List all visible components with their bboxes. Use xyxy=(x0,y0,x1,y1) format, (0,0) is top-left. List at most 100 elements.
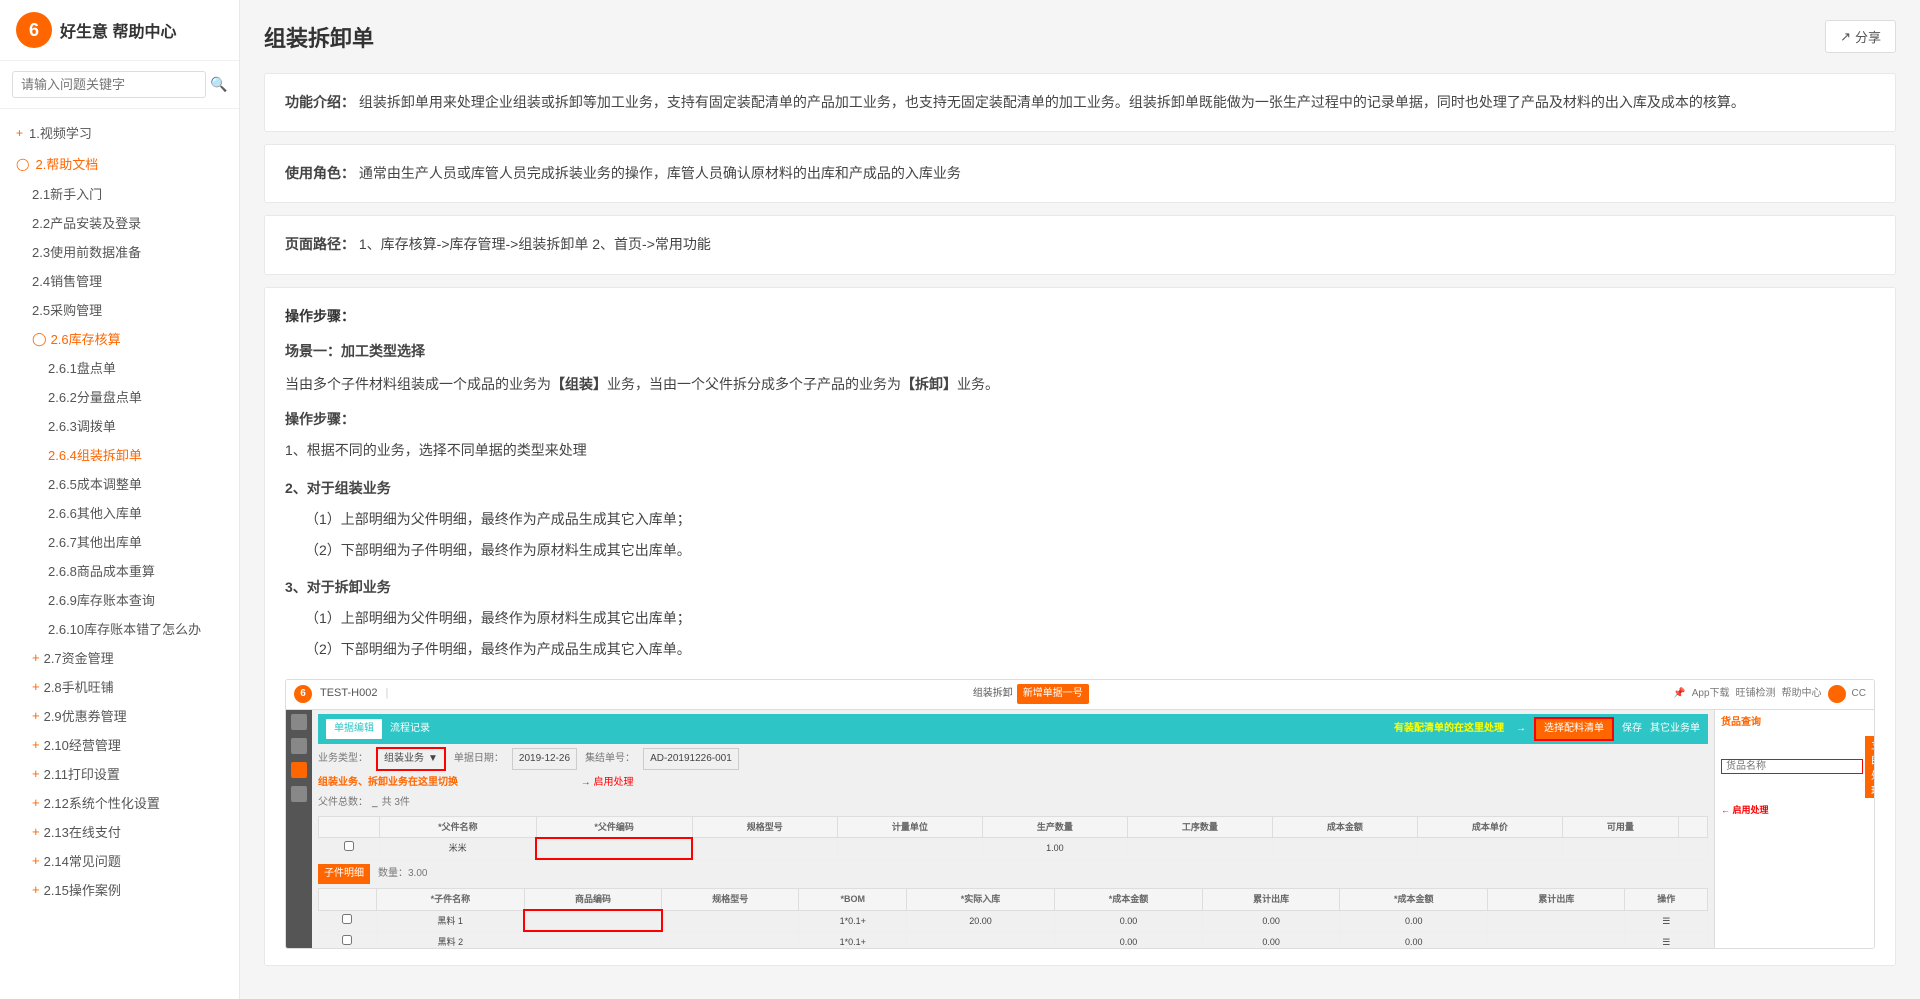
app-avatar xyxy=(1828,685,1846,703)
sidebar-item-sub264[interactable]: 2.6.4组装拆卸单 xyxy=(0,440,239,469)
app-form-row: 业务类型： 组装业务 ▼ 单据日期： 2019-12-26 集结单号： AD-2… xyxy=(318,747,1708,771)
step3-text: 3、对于拆卸业务 xyxy=(285,575,1875,600)
type-dropdown-icon: ▼ xyxy=(428,750,438,768)
app-new-btn[interactable]: 新增单据一号 xyxy=(1017,684,1089,704)
app-username: CC xyxy=(1852,685,1866,703)
form-no-input[interactable]: AD-20191226-001 xyxy=(643,748,739,770)
sidebar-item-cat214[interactable]: + 2.14常见问题 xyxy=(0,846,239,875)
btd-name2: 黑料 2 xyxy=(376,931,524,947)
app-icon4: 帮助中心 xyxy=(1782,685,1822,703)
plus-icon: + xyxy=(32,679,40,694)
sidebar-item-sub26[interactable]: ◯ 2.6库存核算 xyxy=(0,324,239,353)
sidebar-item-sub23[interactable]: 2.3使用前数据准备 xyxy=(0,237,239,266)
bth-actual: *实际入库 xyxy=(907,889,1055,911)
app-bar-sep: | xyxy=(385,684,388,704)
feature-intro-card: 功能介绍： 组装拆卸单用来处理企业组装或拆卸等加工业务，支持有固定装配清单的产品… xyxy=(264,73,1896,132)
app-logo: 6 xyxy=(16,12,52,48)
btd-bom2: 1*0.1+ xyxy=(799,931,907,947)
sidebar-item-cat29[interactable]: + 2.9优惠券管理 xyxy=(0,701,239,730)
app-teal-header: 单据编辑 流程记录 有装配清单的在这里处理 → 选择配料清单 保存 其它业务单 xyxy=(318,714,1708,744)
sidebar-item-sub262[interactable]: 2.6.2分量盘点单 xyxy=(0,382,239,411)
form-date-input[interactable]: 2019-12-26 xyxy=(512,748,577,770)
sidebar-item-cat28[interactable]: + 2.8手机旺铺 xyxy=(0,672,239,701)
plus-icon: + xyxy=(32,824,40,839)
btd-cost22: 0.00 xyxy=(1340,931,1488,947)
sidebar-item-cat213[interactable]: + 2.13在线支付 xyxy=(0,817,239,846)
bth-cum2: 累计出库 xyxy=(1488,889,1625,911)
teal-btn[interactable]: 选择配料清单 xyxy=(1534,717,1614,741)
count-unit: 共 3件 xyxy=(382,794,410,812)
share-button[interactable]: ↗ 分享 xyxy=(1825,20,1896,53)
sidebar-item-label: 2.帮助文档 xyxy=(35,154,98,173)
sidebar-item-sub267[interactable]: 2.6.7其他出库单 xyxy=(0,527,239,556)
sidebar-item-sub269[interactable]: 2.6.9库存账本查询 xyxy=(0,585,239,614)
teal-arrow: → xyxy=(1516,720,1526,738)
sidebar-header: 6 好生意 帮助中心 xyxy=(0,0,239,61)
path-card: 页面路径： 1、库存核算->库存管理->组装拆卸单 2、首页->常用功能 xyxy=(264,215,1896,274)
btd-cost2: 0.00 xyxy=(1340,910,1488,931)
sidebar-item-sub268[interactable]: 2.6.8商品成本重算 xyxy=(0,556,239,585)
right-annotation: ← 启用处理 xyxy=(1721,802,1868,818)
app-left-bar xyxy=(286,710,312,948)
share-label: 分享 xyxy=(1855,27,1881,46)
sidebar-item-cat1[interactable]: + 1.视频学习 xyxy=(0,117,239,148)
sidebar-item-sub24[interactable]: 2.4销售管理 xyxy=(0,266,239,295)
form-label-date: 单据日期： xyxy=(454,750,504,768)
th-process: 工序数量 xyxy=(1127,816,1272,838)
right-confirm-btn[interactable]: 立即处理 xyxy=(1865,736,1875,798)
sidebar-item-cat215[interactable]: + 2.15操作案例 xyxy=(0,875,239,904)
app-icon1: 📌 xyxy=(1673,685,1685,703)
app-table-top: *父件名称 *父件编码 规格型号 计量单位 生产数量 工序数量 成本金额 成本单… xyxy=(318,816,1708,860)
right-panel-title: 货品查询 xyxy=(1721,714,1868,732)
share-icon: ↗ xyxy=(1840,29,1851,45)
sidebar-item-sub263[interactable]: 2.6.3调拨单 xyxy=(0,411,239,440)
th-cost-amt: 成本金额 xyxy=(1272,816,1417,838)
td-unit xyxy=(837,838,982,859)
app-annotation-right: → 启用处理 xyxy=(581,777,634,788)
btd-cum22 xyxy=(1488,931,1625,947)
sidebar-item-cat210[interactable]: + 2.10经营管理 xyxy=(0,730,239,759)
app-logo-mini: 6 xyxy=(294,685,312,703)
sidebar-item-sub22[interactable]: 2.2产品安装及登录 xyxy=(0,208,239,237)
td-cost-unit xyxy=(1417,838,1562,859)
teal-save: 保存 xyxy=(1622,720,1642,738)
count-value: _ xyxy=(372,794,378,812)
btd-code2 xyxy=(524,931,661,947)
sidebar-item-sub265[interactable]: 2.6.5成本调整单 xyxy=(0,469,239,498)
teal-tab-active: 单据编辑 xyxy=(326,719,382,739)
th-check xyxy=(319,816,380,838)
bth-op: 操作 xyxy=(1625,889,1708,911)
step1-text: 1、根据不同的业务，选择不同单据的类型来处理 xyxy=(285,438,1875,463)
sidebar-item-sub266[interactable]: 2.6.6其他入库单 xyxy=(0,498,239,527)
type-value: 组装业务 xyxy=(384,750,424,768)
td-avail xyxy=(1562,838,1678,859)
sidebar-item-cat2[interactable]: ◯ 2.帮助文档 xyxy=(0,148,239,179)
collapse-sub-icon: ◯ xyxy=(32,331,47,347)
app-right-panel: 货品查询 立即处理 ← 启用处理 xyxy=(1714,710,1874,948)
app-name: 好生意 帮助中心 xyxy=(60,18,176,42)
td-cost-amt xyxy=(1272,838,1417,859)
btd-op: ☰ xyxy=(1625,910,1708,931)
sidebar-item-cat27[interactable]: + 2.7资金管理 xyxy=(0,643,239,672)
th-unit: 计量单位 xyxy=(837,816,982,838)
sidebar-item-sub261[interactable]: 2.6.1盘点单 xyxy=(0,353,239,382)
sidebar-item-sub25[interactable]: 2.5采购管理 xyxy=(0,295,239,324)
search-input[interactable] xyxy=(12,71,206,98)
bth-bom: *BOM xyxy=(799,889,907,911)
sidebar-item-sub21[interactable]: 2.1新手入门 xyxy=(0,179,239,208)
teal-extra: 其它业务单 xyxy=(1650,720,1700,738)
search-icon[interactable]: 🔍 xyxy=(210,76,227,93)
right-search-input[interactable] xyxy=(1721,759,1863,774)
plus-icon: + xyxy=(32,882,40,897)
sidebar-item-cat212[interactable]: + 2.12系统个性化设置 xyxy=(0,788,239,817)
step2-block: 2、对于组装业务 （1）上部明细为父件明细，最终作为产成品生成其它入库单； （2… xyxy=(285,476,1875,564)
path-label: 页面路径： xyxy=(285,236,355,252)
app-bar-right: 📌 App下载 旺铺检测 帮助中心 CC xyxy=(1673,685,1866,703)
bth-spec: 规格型号 xyxy=(662,889,799,911)
sidebar-item-sub2610[interactable]: 2.6.10库存账本错了怎么办 xyxy=(0,614,239,643)
btd-check2 xyxy=(319,931,377,947)
th-spec: 规格型号 xyxy=(692,816,837,838)
form-type-input[interactable]: 组装业务 ▼ xyxy=(376,747,446,771)
btd-cum12: 0.00 xyxy=(1202,931,1339,947)
sidebar-item-cat211[interactable]: + 2.11打印设置 xyxy=(0,759,239,788)
